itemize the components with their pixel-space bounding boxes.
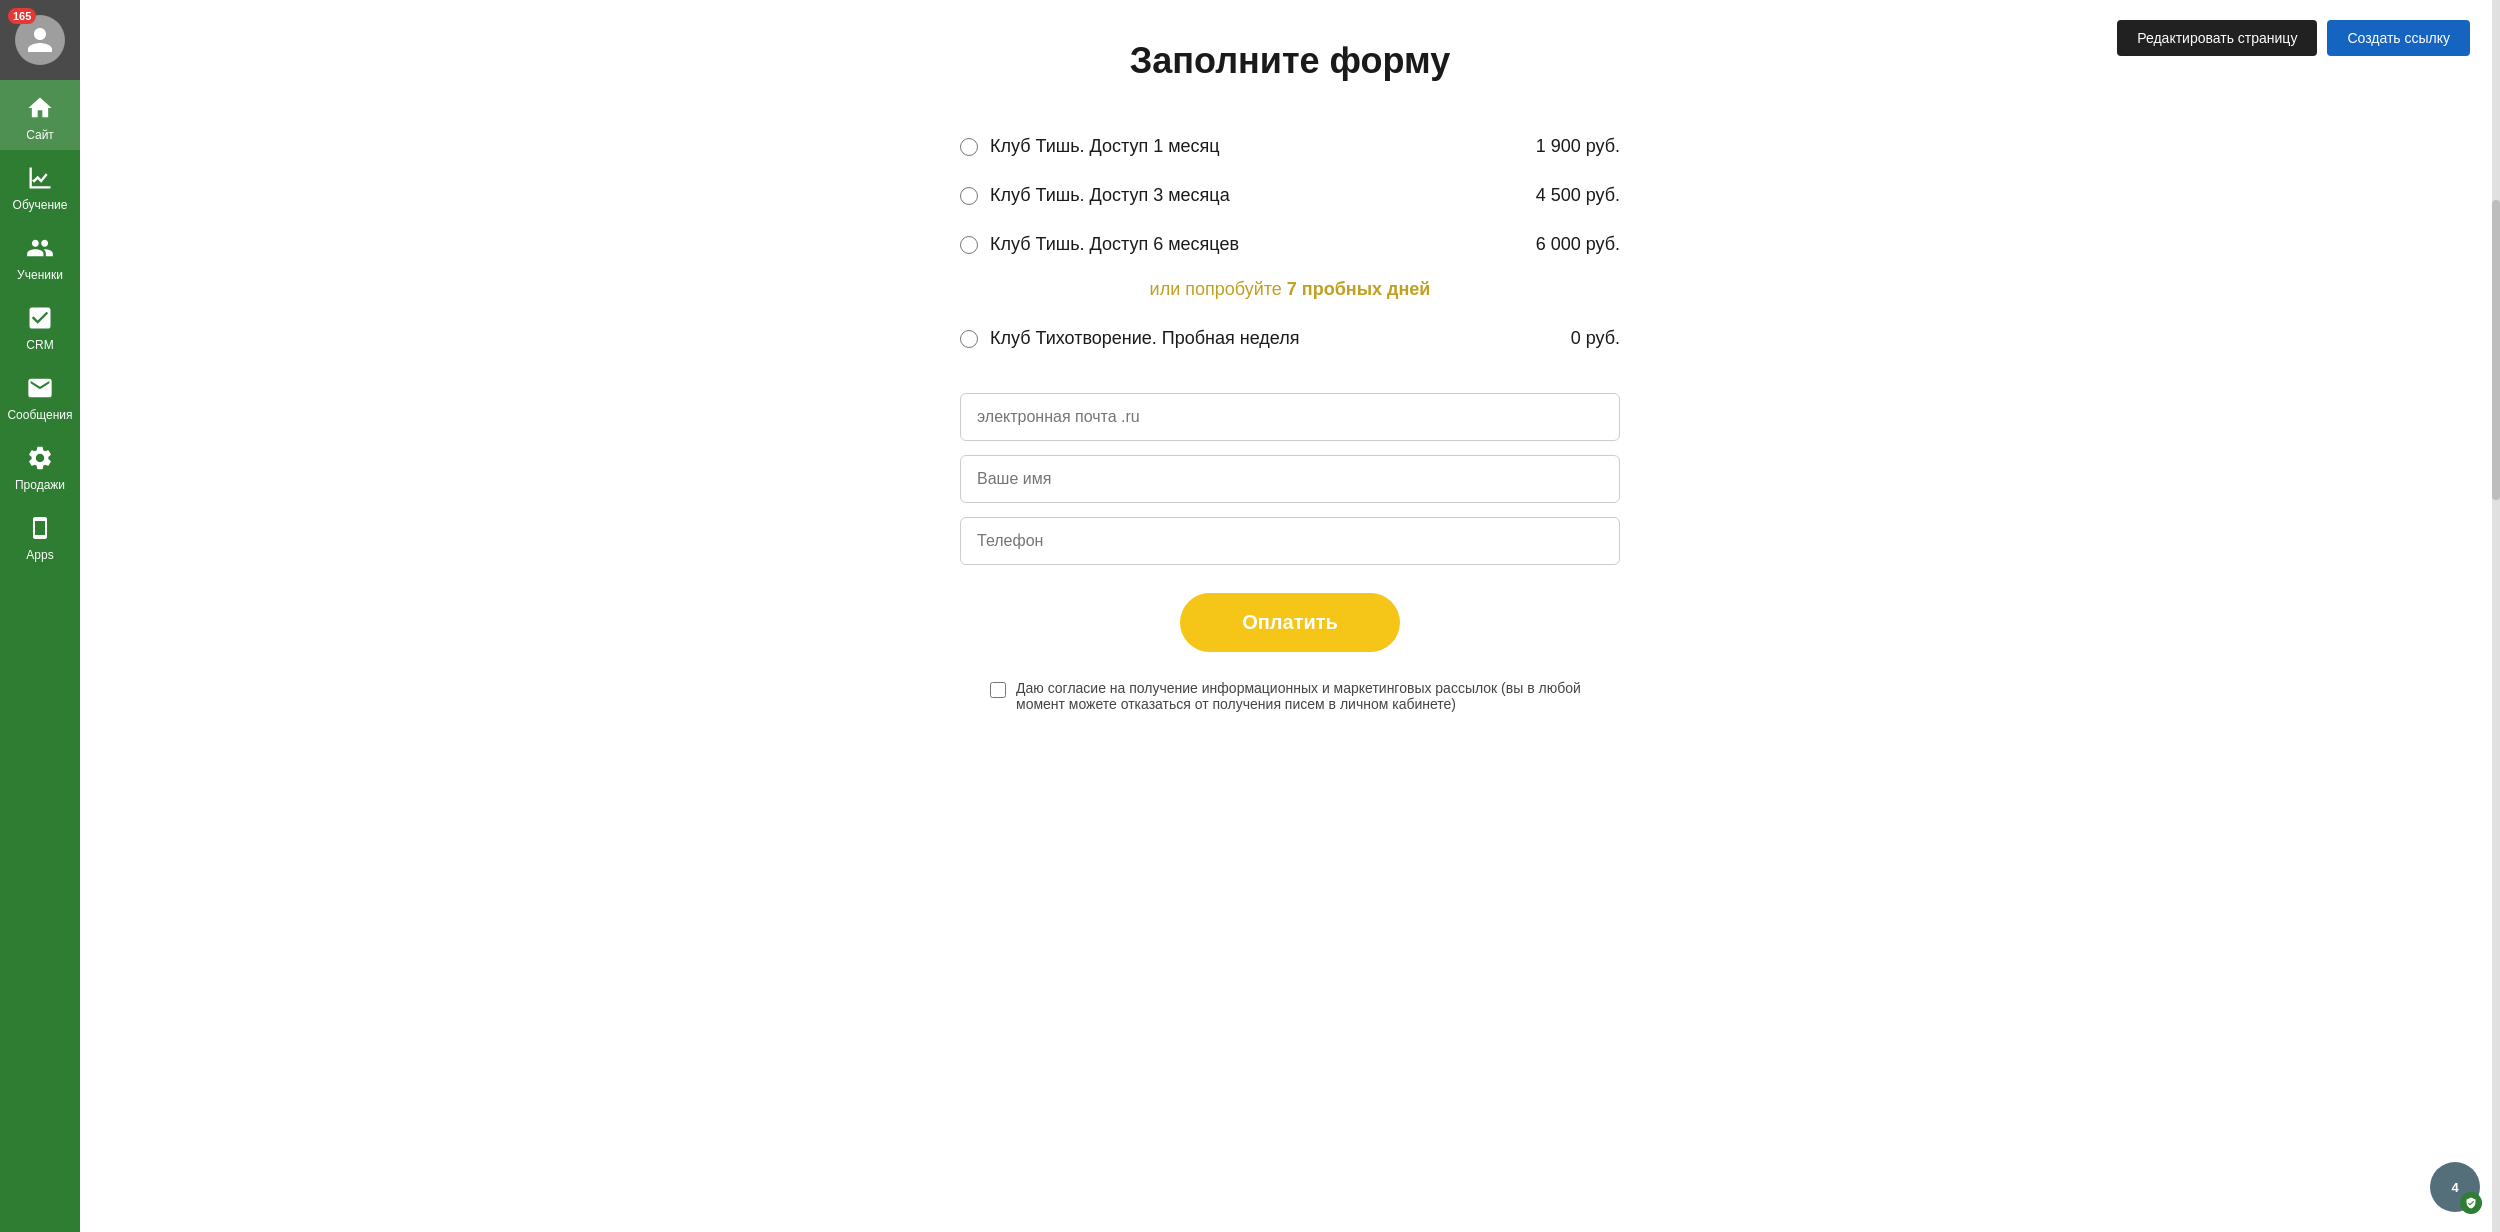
badge-count: 4 [2451,1180,2458,1195]
sidebar-label-crm: CRM [26,338,53,352]
sidebar-item-ucheniki[interactable]: Ученики [0,220,80,290]
top-bar: Редактировать страницу Создать ссылку [2117,20,2470,56]
pay-button[interactable]: Оплатить [1180,593,1400,652]
sidebar-item-crm[interactable]: CRM [0,290,80,360]
radio-price-opt3: 6 000 руб. [1536,234,1620,255]
radio-price-opt4: 0 руб. [1571,328,1620,349]
notification-badge: 165 [8,8,36,24]
create-link-button[interactable]: Создать ссылку [2327,20,2470,56]
sidebar-item-apps[interactable]: Apps [0,500,80,570]
shield-icon [2460,1192,2482,1214]
radio-option-1: Клуб Тишь. Доступ 1 месяц 1 900 руб. [960,122,1620,171]
radio-label-opt1: Клуб Тишь. Доступ 1 месяц [990,136,1220,157]
radio-label-opt2: Клуб Тишь. Доступ 3 месяца [990,185,1230,206]
users-icon [24,232,56,264]
form-inputs [960,393,1620,565]
radio-opt1[interactable] [960,138,978,156]
sidebar-label-obuchenie: Обучение [13,198,68,212]
radio-price-opt1: 1 900 руб. [1536,136,1620,157]
sidebar: 165 Сайт Обучение Ученики CRM Сообщения [0,0,80,1232]
email-field[interactable] [960,393,1620,441]
scrollbar-track[interactable] [2492,0,2500,1232]
radio-opt3[interactable] [960,236,978,254]
phone-field[interactable] [960,517,1620,565]
radio-option-4: Клуб Тихотворение. Пробная неделя 0 руб. [960,314,1620,363]
radio-opt2[interactable] [960,187,978,205]
consent-area: Даю согласие на получение информационных… [990,680,1590,712]
mobile-icon [24,512,56,544]
scrollbar-thumb[interactable] [2492,200,2500,500]
radio-opt4[interactable] [960,330,978,348]
or-text: или попробуйте 7 пробных дней [960,279,1620,300]
name-field[interactable] [960,455,1620,503]
pay-btn-container: Оплатить [960,593,1620,652]
sidebar-label-site: Сайт [26,128,54,142]
form-container: Заполните форму Клуб Тишь. Доступ 1 меся… [940,0,1640,792]
sidebar-item-site[interactable]: Сайт [0,80,80,150]
sidebar-item-prodazhi[interactable]: Продажи [0,430,80,500]
main-content: Редактировать страницу Создать ссылку За… [80,0,2500,1232]
form-title: Заполните форму [960,40,1620,82]
crm-icon [24,302,56,334]
mail-icon [24,372,56,404]
support-badge[interactable]: 4 [2430,1162,2480,1212]
radio-option-3: Клуб Тишь. Доступ 6 месяцев 6 000 руб. [960,220,1620,269]
radio-label-opt4: Клуб Тихотворение. Пробная неделя [990,328,1300,349]
settings-icon [24,442,56,474]
sidebar-label-apps: Apps [26,548,53,562]
sidebar-label-soobshcheniya: Сообщения [7,408,72,422]
avatar-area[interactable]: 165 [0,0,80,80]
sidebar-item-obuchenie[interactable]: Обучение [0,150,80,220]
sidebar-label-ucheniki: Ученики [17,268,63,282]
chart-icon [24,162,56,194]
radio-option-2: Клуб Тишь. Доступ 3 месяца 4 500 руб. [960,171,1620,220]
consent-checkbox[interactable] [990,682,1006,698]
sidebar-label-prodazhi: Продажи [15,478,65,492]
radio-price-opt2: 4 500 руб. [1536,185,1620,206]
consent-label: Даю согласие на получение информационных… [1016,680,1590,712]
home-icon [24,92,56,124]
sidebar-item-soobshcheniya[interactable]: Сообщения [0,360,80,430]
edit-page-button[interactable]: Редактировать страницу [2117,20,2317,56]
radio-label-opt3: Клуб Тишь. Доступ 6 месяцев [990,234,1239,255]
